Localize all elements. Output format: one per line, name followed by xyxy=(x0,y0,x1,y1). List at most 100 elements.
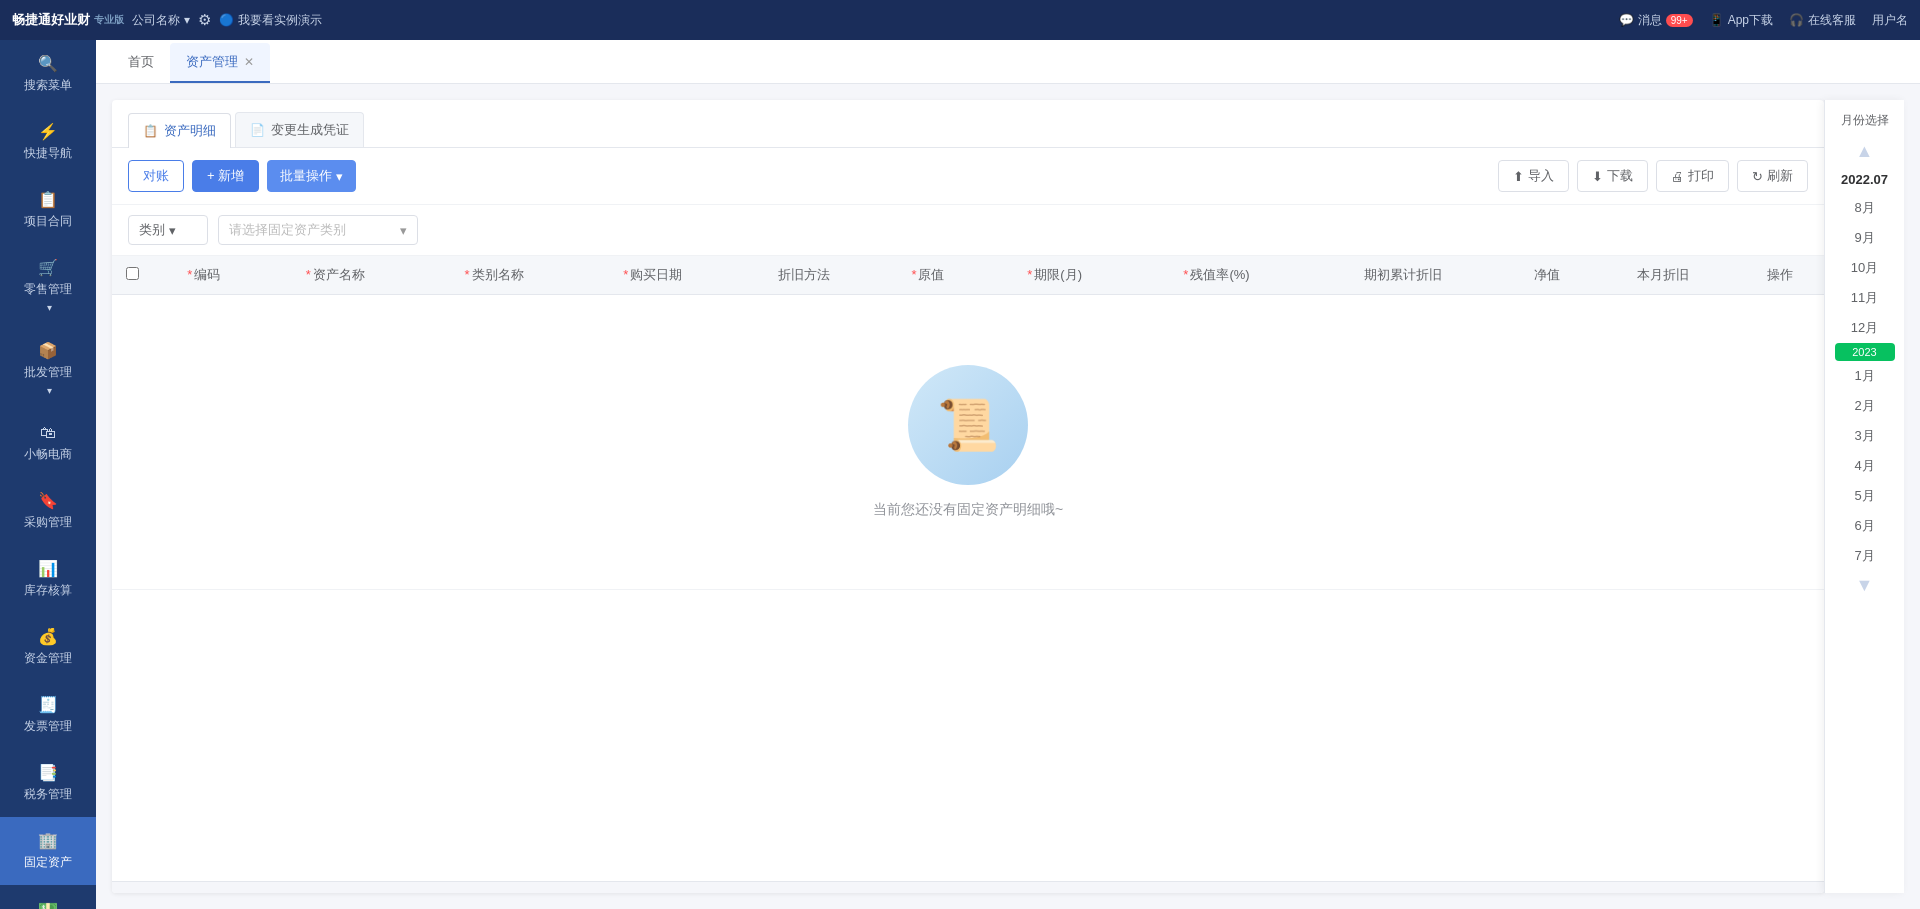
sidebar-item-label: 发票管理 xyxy=(24,718,72,735)
tab-home[interactable]: 首页 xyxy=(112,43,170,83)
col-purchase-date: *购买日期 xyxy=(573,256,732,295)
project-contract-icon: 📋 xyxy=(38,190,58,209)
user-info[interactable]: 用户名 xyxy=(1872,12,1908,29)
sidebar-item-search-menu[interactable]: 🔍 搜索菜单 xyxy=(0,40,96,108)
tab-close-icon[interactable]: ✕ xyxy=(244,55,254,69)
sidebar-item-payroll[interactable]: 💵 工资 xyxy=(0,885,96,909)
filter-row: 类别 ▾ 请选择固定资产类别 ▾ xyxy=(112,205,1824,256)
payroll-icon: 💵 xyxy=(38,899,58,909)
batch-mgmt-icon: 📦 xyxy=(38,341,58,360)
month-item[interactable]: 7月 xyxy=(1835,541,1895,571)
app-subtitle: 专业版 xyxy=(94,13,124,27)
sidebar-item-invoice-mgmt[interactable]: 🧾 发票管理 xyxy=(0,681,96,749)
topbar-right: 💬 消息 99+ 📱 App下载 🎧 在线客服 用户名 xyxy=(1619,12,1908,29)
sidebar-item-label: 搜索菜单 xyxy=(24,77,72,94)
select-all-checkbox[interactable] xyxy=(126,267,139,280)
month-item[interactable]: 5月 xyxy=(1835,481,1895,511)
category-filter-input[interactable]: 请选择固定资产类别 ▾ xyxy=(218,215,418,245)
print-icon: 🖨 xyxy=(1671,169,1684,184)
sidebar-item-inventory[interactable]: 📊 库存核算 xyxy=(0,545,96,613)
expand-arrow-icon: ▾ xyxy=(47,385,52,396)
quick-nav-icon: ⚡ xyxy=(38,122,58,141)
table-wrap: *编码 *资产名称 *类别名称 *购买日期 折旧方法 *原值 *期限(月) *残… xyxy=(112,256,1824,881)
col-depreciation-method: 折旧方法 xyxy=(732,256,876,295)
messages-button[interactable]: 💬 消息 99+ xyxy=(1619,12,1693,29)
sidebar-item-finance-mgmt[interactable]: 💰 资金管理 xyxy=(0,613,96,681)
sidebar-item-fixed-assets[interactable]: 🏢 固定资产 xyxy=(0,817,96,885)
finance-mgmt-icon: 💰 xyxy=(38,627,58,646)
tax-mgmt-icon: 📑 xyxy=(38,763,58,782)
sidebar: 🔍 搜索菜单 ⚡ 快捷导航 📋 项目合同 🛒 零售管理 ▾ 📦 批发管理 ▾ 🛍… xyxy=(0,40,96,909)
app-download-button[interactable]: 📱 App下载 xyxy=(1709,12,1773,29)
fixed-assets-icon: 🏢 xyxy=(38,831,58,850)
col-original-value: *原值 xyxy=(876,256,980,295)
retail-mgmt-icon: 🛒 xyxy=(38,258,58,277)
month-panel: 月份选择 ▲ 2022.07 8月9月10月11月12月 2023 1月2月3月… xyxy=(1824,100,1904,893)
month-item[interactable]: 1月 xyxy=(1835,361,1895,391)
download-icon: ⬇ xyxy=(1592,169,1603,184)
filter-label-chevron-icon: ▾ xyxy=(169,223,176,238)
category-filter-label[interactable]: 类别 ▾ xyxy=(128,215,208,245)
month-item[interactable]: 3月 xyxy=(1835,421,1895,451)
col-asset-name: *资产名称 xyxy=(256,256,415,295)
reconcile-button[interactable]: 对账 xyxy=(128,160,184,192)
toolbar-right: ⬆ 导入 ⬇ 下载 🖨 打印 ↻ 刷新 xyxy=(1498,160,1808,192)
bottom-scrollbar[interactable] xyxy=(112,881,1824,893)
topbar-demo[interactable]: 🔵 我要看实例演示 xyxy=(219,12,322,29)
online-service-button[interactable]: 🎧 在线客服 xyxy=(1789,12,1856,29)
sidebar-item-purchase-mgmt[interactable]: 🔖 采购管理 xyxy=(0,477,96,545)
messages-badge: 99+ xyxy=(1666,14,1693,27)
asset-detail-icon: 📋 xyxy=(143,124,158,138)
topbar-settings[interactable]: ⚙ xyxy=(198,11,211,29)
page-content: 📋 资产明细 📄 变更生成凭证 对账 + 新增 xyxy=(96,84,1920,909)
month-down-button[interactable]: ▼ xyxy=(1856,571,1874,600)
sidebar-item-label: 固定资产 xyxy=(24,854,72,871)
sub-tab-asset-detail[interactable]: 📋 资产明细 xyxy=(128,113,231,148)
month-item[interactable]: 11月 xyxy=(1835,283,1895,313)
category-input-chevron-icon: ▾ xyxy=(400,223,407,238)
col-actions: 操作 xyxy=(1735,256,1824,295)
col-residual-rate: *残值率(%) xyxy=(1129,256,1303,295)
topbar-company[interactable]: 公司名称 ▾ xyxy=(132,12,190,29)
month-item[interactable]: 9月 xyxy=(1835,223,1895,253)
download-button[interactable]: ⬇ 下载 xyxy=(1577,160,1648,192)
sidebar-item-quick-nav[interactable]: ⚡ 快捷导航 xyxy=(0,108,96,176)
month-item[interactable]: 8月 xyxy=(1835,193,1895,223)
toolbar: 对账 + 新增 批量操作 ▾ ⬆ 导入 xyxy=(112,148,1824,205)
month-item[interactable]: 4月 xyxy=(1835,451,1895,481)
month-up-button[interactable]: ▲ xyxy=(1856,137,1874,166)
batch-ops-button[interactable]: 批量操作 ▾ xyxy=(267,160,356,192)
import-button[interactable]: ⬆ 导入 xyxy=(1498,160,1569,192)
empty-illustration: 📜 xyxy=(908,365,1028,485)
asset-table: *编码 *资产名称 *类别名称 *购买日期 折旧方法 *原值 *期限(月) *残… xyxy=(112,256,1824,590)
print-button[interactable]: 🖨 打印 xyxy=(1656,160,1729,192)
batch-ops-chevron-icon: ▾ xyxy=(336,169,343,184)
month-item[interactable]: 10月 xyxy=(1835,253,1895,283)
sub-tabs: 📋 资产明细 📄 变更生成凭证 xyxy=(112,100,1824,148)
tab-bar: 首页 资产管理 ✕ xyxy=(96,40,1920,84)
sidebar-item-batch-mgmt[interactable]: 📦 批发管理 ▾ xyxy=(0,327,96,410)
col-code: *编码 xyxy=(152,256,256,295)
sidebar-item-retail-mgmt[interactable]: 🛒 零售管理 ▾ xyxy=(0,244,96,327)
sidebar-item-label: 税务管理 xyxy=(24,786,72,803)
sidebar-item-label: 资金管理 xyxy=(24,650,72,667)
sidebar-item-project-contract[interactable]: 📋 项目合同 xyxy=(0,176,96,244)
ecommerce-icon: 🛍 xyxy=(40,424,56,442)
add-button[interactable]: + 新增 xyxy=(192,160,259,192)
search-menu-icon: 🔍 xyxy=(38,54,58,73)
topbar: 畅捷通好业财 专业版 公司名称 ▾ ⚙ 🔵 我要看实例演示 💬 消息 99+ 📱… xyxy=(0,0,1920,40)
col-category: *类别名称 xyxy=(415,256,574,295)
tab-asset-mgmt[interactable]: 资产管理 ✕ xyxy=(170,43,270,83)
month-item[interactable]: 2月 xyxy=(1835,391,1895,421)
expand-arrow-icon: ▾ xyxy=(47,302,52,313)
refresh-button[interactable]: ↻ 刷新 xyxy=(1737,160,1808,192)
month-item[interactable]: 12月 xyxy=(1835,313,1895,343)
col-accum-depreciation: 期初累计折旧 xyxy=(1304,256,1503,295)
month-item[interactable]: 6月 xyxy=(1835,511,1895,541)
empty-text: 当前您还没有固定资产明细哦~ xyxy=(873,501,1063,519)
refresh-icon: ↻ xyxy=(1752,169,1763,184)
sub-tab-change-voucher[interactable]: 📄 变更生成凭证 xyxy=(235,112,364,147)
sidebar-item-ecommerce[interactable]: 🛍 小畅电商 xyxy=(0,410,96,477)
main-layout: 🔍 搜索菜单 ⚡ 快捷导航 📋 项目合同 🛒 零售管理 ▾ 📦 批发管理 ▾ 🛍… xyxy=(0,40,1920,909)
sidebar-item-tax-mgmt[interactable]: 📑 税务管理 xyxy=(0,749,96,817)
